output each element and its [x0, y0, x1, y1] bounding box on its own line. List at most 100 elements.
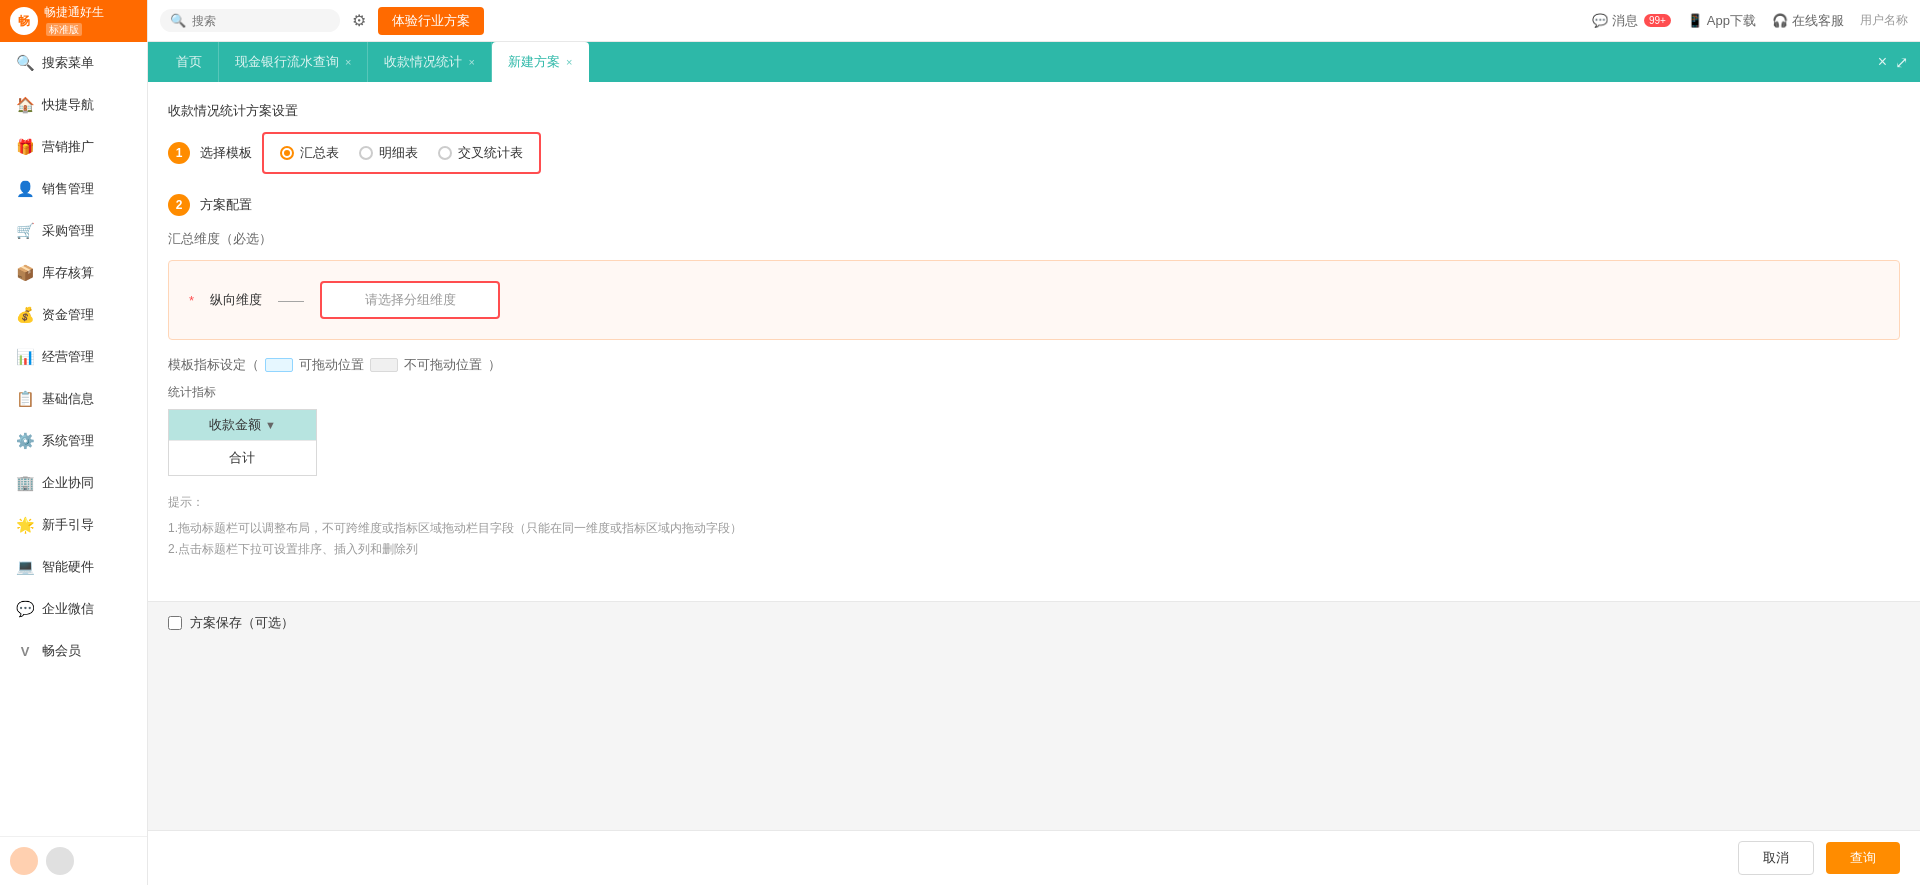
config-area: * 纵向维度 —— 请选择分组维度 [168, 260, 1900, 340]
tip1: 1.拖动标题栏可以调整布局，不可跨维度或指标区域拖动栏目字段（只能在同一维度或指… [168, 518, 1900, 540]
sidebar-item-search[interactable]: 🔍 搜索菜单 [0, 42, 147, 84]
message-item[interactable]: 💬 消息 99+ [1592, 12, 1671, 30]
dropdown-icon[interactable]: ▼ [265, 419, 276, 431]
sidebar-item-member[interactable]: V 畅会员 [0, 630, 147, 672]
chat-icon: 💬 [16, 600, 34, 618]
step1-section: 1 选择模板 汇总表 明细表 交叉统计表 [168, 132, 1900, 174]
gear2-icon: ⚙️ [16, 432, 34, 450]
sidebar-item-label: 基础信息 [42, 390, 94, 408]
vertical-dimension-label: 纵向维度 [210, 291, 262, 309]
radio-detail-label: 明细表 [379, 144, 418, 162]
logo-icon: 畅 [10, 7, 38, 35]
footer-bar: 方案保存（可选） [148, 601, 1920, 644]
sidebar-item-enterprise[interactable]: 🏢 企业协同 [0, 462, 147, 504]
sidebar-item-basic[interactable]: 📋 基础信息 [0, 378, 147, 420]
tab-stats[interactable]: 收款情况统计 × [368, 42, 491, 82]
step2-num: 2 [168, 194, 190, 216]
sidebar-item-sales[interactable]: 👤 销售管理 [0, 168, 147, 210]
main-content: 🔍 ⚙ 体验行业方案 💬 消息 99+ 📱 App下载 🎧 在线客服 用户名称 [148, 0, 1920, 885]
close-paren: ） [488, 356, 501, 374]
service-label: 在线客服 [1792, 12, 1844, 30]
tips-area: 提示： 1.拖动标题栏可以调整布局，不可跨维度或指标区域拖动栏目字段（只能在同一… [168, 492, 1900, 561]
sidebar-item-guide[interactable]: 🌟 新手引导 [0, 504, 147, 546]
sidebar-item-system[interactable]: ⚙️ 系统管理 [0, 420, 147, 462]
app-download-item[interactable]: 📱 App下载 [1687, 12, 1756, 30]
sidebar-bottom [0, 836, 147, 885]
header-cell-label: 收款金额 [209, 416, 261, 434]
tab-home[interactable]: 首页 [160, 42, 219, 82]
sidebar-item-quick-nav[interactable]: 🏠 快捷导航 [0, 84, 147, 126]
sidebar-item-label: 新手引导 [42, 516, 94, 534]
dimension-select[interactable]: 请选择分组维度 [320, 281, 500, 319]
sidebar-item-finance[interactable]: 💰 资金管理 [0, 294, 147, 336]
metrics-header-cell[interactable]: 收款金额 ▼ [169, 410, 316, 440]
avatar1[interactable] [10, 847, 38, 875]
industry-btn[interactable]: 体验行业方案 [378, 7, 484, 35]
sidebar-item-label: 营销推广 [42, 138, 94, 156]
query-button[interactable]: 查询 [1826, 842, 1900, 874]
sidebar-item-label: 经营管理 [42, 348, 94, 366]
metrics-section-title: 模板指标设定（ [168, 356, 259, 374]
tab-new-plan[interactable]: 新建方案 × [492, 42, 589, 82]
sidebar-item-label: 资金管理 [42, 306, 94, 324]
minimize-btn[interactable]: × [1878, 53, 1887, 71]
avatar2[interactable] [46, 847, 74, 875]
radio-detail[interactable]: 明细表 [359, 144, 418, 162]
gift-icon: 🎁 [16, 138, 34, 156]
tab-bank-label: 现金银行流水查询 [235, 53, 339, 71]
service-item[interactable]: 🎧 在线客服 [1772, 12, 1844, 30]
radio-detail-circle [359, 146, 373, 160]
radio-cross[interactable]: 交叉统计表 [438, 144, 523, 162]
sidebar-item-label: 企业协同 [42, 474, 94, 492]
tab-stats-label: 收款情况统计 [384, 53, 462, 71]
search-input[interactable] [192, 14, 322, 28]
logo-tag: 标准版 [46, 23, 82, 36]
home-icon: 🏠 [16, 96, 34, 114]
sidebar-item-label: 销售管理 [42, 180, 94, 198]
list-icon: 📋 [16, 390, 34, 408]
box-icon: 📦 [16, 264, 34, 282]
metrics-label: 统计指标 [168, 384, 1900, 401]
tab-stats-close[interactable]: × [468, 56, 474, 68]
template-selection: 汇总表 明细表 交叉统计表 [262, 132, 541, 174]
tab-bank[interactable]: 现金银行流水查询 × [219, 42, 368, 82]
step1-label: 选择模板 [200, 144, 252, 162]
sidebar-item-marketing[interactable]: 🎁 营销推广 [0, 126, 147, 168]
tabs-controls: × ⤢ [1878, 53, 1908, 72]
content-area: 收款情况统计方案设置 1 选择模板 汇总表 明细表 [148, 82, 1920, 830]
maximize-btn[interactable]: ⤢ [1895, 53, 1908, 72]
service-icon: 🎧 [1772, 13, 1788, 28]
cancel-button[interactable]: 取消 [1738, 841, 1814, 875]
fixed-box [370, 358, 398, 372]
save-checkbox[interactable] [168, 616, 182, 630]
fixed-label: 不可拖动位置 [404, 356, 482, 374]
tab-new-plan-close[interactable]: × [566, 56, 572, 68]
money-icon: 💰 [16, 306, 34, 324]
search-bar[interactable]: 🔍 [160, 9, 340, 32]
movable-label: 可拖动位置 [299, 356, 364, 374]
sidebar-item-wechat[interactable]: 💬 企业微信 [0, 588, 147, 630]
page-title: 收款情况统计方案设置 [168, 102, 1900, 132]
laptop-icon: 💻 [16, 558, 34, 576]
tab-bank-close[interactable]: × [345, 56, 351, 68]
radio-cross-label: 交叉统计表 [458, 144, 523, 162]
radio-cross-circle [438, 146, 452, 160]
vip-icon: V [16, 644, 34, 659]
sidebar-item-label: 畅会员 [42, 642, 81, 660]
movable-box [265, 358, 293, 372]
step2-label: 方案配置 [200, 196, 252, 214]
step2-section: 2 方案配置 汇总维度（必选） * 纵向维度 —— 请选择分组维度 [168, 194, 1900, 561]
sidebar-item-operation[interactable]: 📊 经营管理 [0, 336, 147, 378]
sidebar-item-hardware[interactable]: 💻 智能硬件 [0, 546, 147, 588]
logo-text: 畅捷通好生 [44, 5, 104, 21]
gear-icon[interactable]: ⚙ [352, 11, 366, 30]
sidebar-item-purchase[interactable]: 🛒 采购管理 [0, 210, 147, 252]
step2-header: 2 方案配置 [168, 194, 1900, 216]
sidebar-item-label: 快捷导航 [42, 96, 94, 114]
building-icon: 🏢 [16, 474, 34, 492]
form-area: 收款情况统计方案设置 1 选择模板 汇总表 明细表 [148, 82, 1920, 601]
sidebar-item-label: 智能硬件 [42, 558, 94, 576]
radio-summary[interactable]: 汇总表 [280, 144, 339, 162]
sidebar-item-inventory[interactable]: 📦 库存核算 [0, 252, 147, 294]
message-icon: 💬 [1592, 13, 1608, 28]
